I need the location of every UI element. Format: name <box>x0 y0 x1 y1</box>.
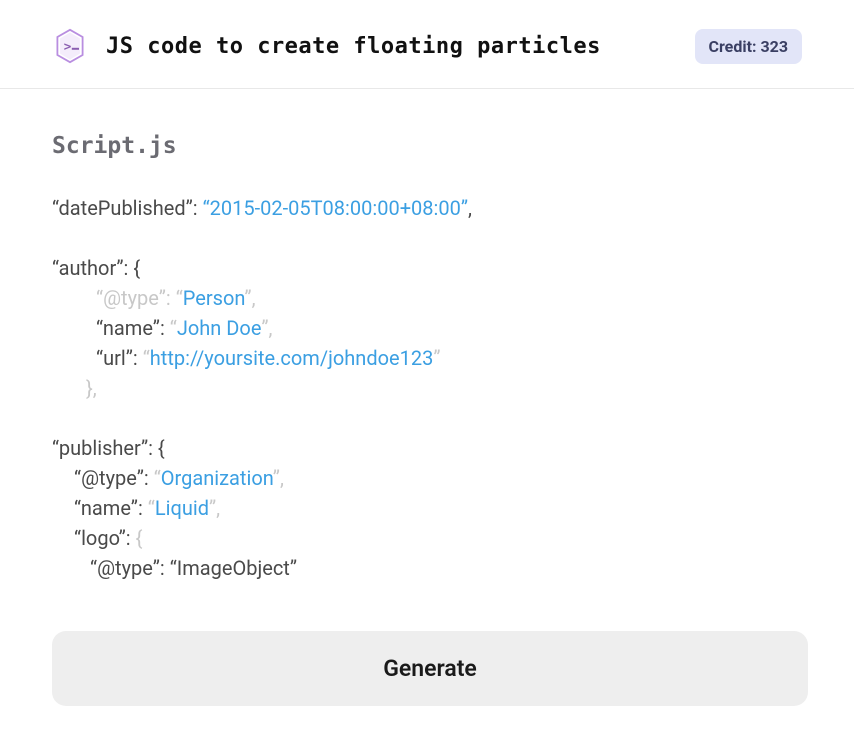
code-block: “datePublished”: “2015-02-05T08:00:00+08… <box>52 193 802 583</box>
code-line: “author”: { <box>52 253 802 283</box>
code-line: }, <box>52 373 802 403</box>
code-line: “@type”: “Person”, <box>52 283 802 313</box>
page-title: JS code to create floating particles <box>106 34 677 59</box>
filename-label: Script.js <box>52 133 802 159</box>
code-line: “url”: “http://yoursite.com/johndoe123” <box>52 343 802 373</box>
code-line: “@type”: “Organization”, <box>52 463 802 493</box>
generate-button[interactable]: Generate <box>52 631 808 706</box>
content: Script.js “datePublished”: “2015-02-05T0… <box>0 89 854 583</box>
code-line: “@type”: “ImageObject” <box>52 553 802 583</box>
credit-badge: Credit: 323 <box>695 29 803 64</box>
svg-text:>: > <box>64 39 72 54</box>
app-logo-icon: > <box>52 28 88 64</box>
header: > JS code to create floating particles C… <box>0 0 854 89</box>
code-line: “datePublished”: “2015-02-05T08:00:00+08… <box>52 193 802 223</box>
code-line: “name”: “John Doe”, <box>52 313 802 343</box>
code-line: “logo”: { <box>52 523 802 553</box>
code-line: “name”: “Liquid”, <box>52 493 802 523</box>
code-line: “publisher”: { <box>52 433 802 463</box>
